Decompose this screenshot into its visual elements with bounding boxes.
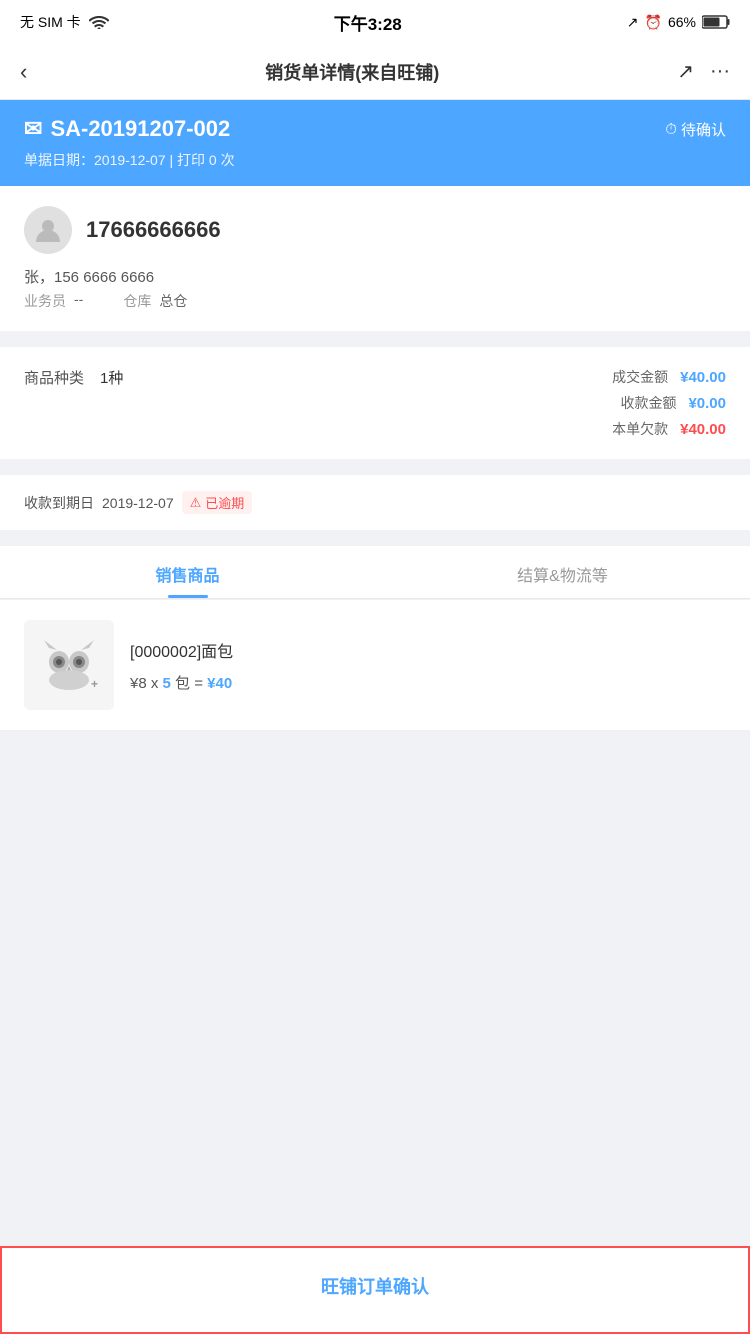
product-list: + [0000002]面包 ¥8 x 5 包 = ¥40 [0,600,750,731]
salesperson-value: -- [74,291,83,311]
tabs-container: 销售商品 结算&物流等 [0,546,750,599]
price-total: ¥40 [207,675,232,692]
salesperson-detail: 业务员 -- [24,291,83,311]
amount-row-2: 收款金额 ¥0.00 [620,393,726,413]
order-icon: ✉ [24,116,42,142]
tab-sales[interactable]: 销售商品 [0,546,375,598]
product-item: + [0000002]面包 ¥8 x 5 包 = ¥40 [0,600,750,731]
status-left: 无 SIM 卡 [20,12,109,32]
divider-3 [0,538,750,546]
price-value: ¥8 [130,675,147,692]
customer-details: 业务员 -- 仓库 总仓 [24,291,726,311]
back-button[interactable]: ‹ [20,59,27,85]
more-button[interactable]: ··· [710,60,730,83]
share-button[interactable]: ↗ [677,59,694,84]
status-time: 下午3:28 [334,10,402,35]
summary-row: 商品种类 1种 成交金额 ¥40.00 收款金额 ¥0.00 本单欠款 ¥40.… [24,367,726,439]
salesperson-label: 业务员 [24,291,66,311]
order-status: ⏱ 待确认 [665,119,726,140]
summary-right-block: 成交金额 ¥40.00 收款金额 ¥0.00 本单欠款 ¥40.00 [612,367,726,439]
confirm-order-button[interactable]: 旺铺订单确认 [32,1260,718,1312]
debt-label: 本单欠款 [612,419,668,439]
summary-card: 商品种类 1种 成交金额 ¥40.00 收款金额 ¥0.00 本单欠款 ¥40.… [0,347,750,459]
page-title: 销货单详情(来自旺铺) [265,59,439,85]
confirm-button-wrap: 旺铺订单确认 [0,1246,750,1334]
amount-row-3: 本单欠款 ¥40.00 [612,419,726,439]
product-info: [0000002]面包 ¥8 x 5 包 = ¥40 [130,638,726,693]
product-price: ¥8 x 5 包 = ¥40 [130,672,726,693]
order-id: ✉ SA-20191207-002 [24,116,230,142]
status-clock-icon: ⏱ [665,121,677,138]
tab-settlement[interactable]: 结算&物流等 [375,546,750,598]
bottom-area [0,731,750,971]
type-count: 1种 [100,367,123,388]
amount-row-1: 成交金额 ¥40.00 [612,367,726,387]
order-meta: 单据日期：2019-12-07 | 打印 0 次 [24,150,726,170]
status-right: ↗ ⏰ 66% [627,14,730,31]
received-value: ¥0.00 [688,395,726,412]
location-icon: ↗ [627,14,639,31]
nav-actions: ↗ ··· [677,59,730,84]
warehouse-label: 仓库 [123,291,151,311]
overdue-text: 已逾期 [205,493,244,512]
price-qty: 5 [163,675,171,692]
price-separator: x [151,675,163,692]
debt-value: ¥40.00 [680,421,726,438]
customer-phone: 17666666666 [86,217,221,243]
amount-value: ¥40.00 [680,369,726,386]
summary-left-block: 商品种类 1种 [24,367,123,388]
price-equals: = [194,675,207,692]
order-banner: ✉ SA-20191207-002 ⏱ 待确认 单据日期：2019-12-07 … [0,100,750,186]
customer-top: 17666666666 [24,206,726,254]
no-sim-text: 无 SIM 卡 [20,12,81,32]
price-unit: 包 [175,675,190,692]
wifi-icon [89,15,109,29]
battery-text: 66% [668,14,696,30]
customer-card: 17666666666 张，156 6666 6666 业务员 -- 仓库 总仓 [0,186,750,331]
due-date-value: 2019-12-07 [102,495,174,511]
warehouse-detail: 仓库 总仓 [123,291,187,311]
nav-bar: ‹ 销货单详情(来自旺铺) ↗ ··· [0,44,750,100]
type-label: 商品种类 [24,367,84,388]
status-bar: 无 SIM 卡 下午3:28 ↗ ⏰ 66% [0,0,750,44]
customer-name: 张，156 6666 6666 [24,266,726,287]
due-date-label: 收款到期日 [24,493,94,513]
product-name: [0000002]面包 [130,638,726,662]
warehouse-value: 总仓 [159,291,187,311]
product-thumbnail: + [24,620,114,710]
received-label: 收款金额 [620,393,676,413]
customer-info: 17666666666 [86,217,221,243]
divider-2 [0,467,750,475]
divider-1 [0,339,750,347]
amount-label: 成交金额 [612,367,668,387]
product-thumb-image: + [39,640,99,690]
warning-icon: ⚠ [190,495,202,511]
alarm-icon: ⏰ [645,14,662,31]
battery-icon [702,15,730,29]
due-date-card: 收款到期日 2019-12-07 ⚠ 已逾期 [0,475,750,530]
overdue-badge: ⚠ 已逾期 [182,491,253,514]
order-banner-top: ✉ SA-20191207-002 ⏱ 待确认 [24,116,726,142]
svg-text:+: + [91,677,98,690]
avatar-icon [34,216,62,244]
avatar [24,206,72,254]
